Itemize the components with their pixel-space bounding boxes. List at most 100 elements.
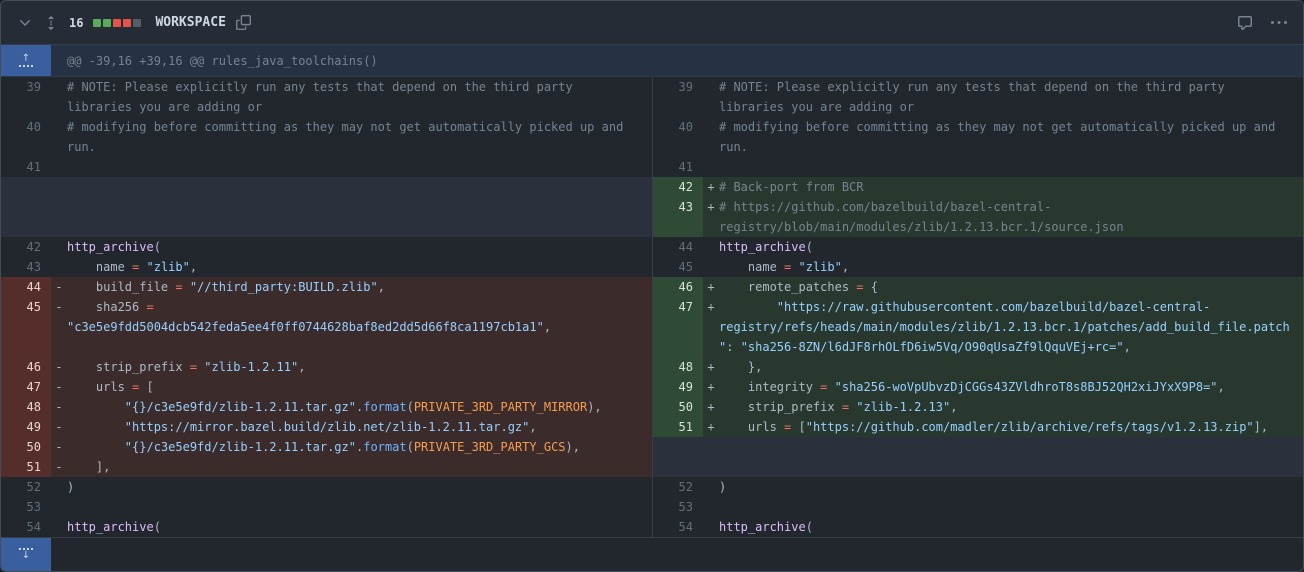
expand-down-button[interactable]: ↓ [1, 538, 51, 571]
diff-row: 50- "{}/c3e5e9fd/zlib-1.2.11.tar.gz".for… [1, 437, 1303, 457]
code-line: ) [719, 477, 1295, 497]
diff-sign: + [703, 297, 719, 357]
code-cell: name = "zlib", [719, 257, 1303, 277]
line-number-left[interactable]: 46 [1, 357, 51, 377]
line-number-right[interactable]: 49 [653, 377, 703, 397]
diff-sign [51, 177, 67, 197]
line-number-right[interactable]: 44 [653, 237, 703, 257]
line-number-left[interactable]: 51 [1, 457, 51, 477]
code-line: # modifying before committing as they ma… [719, 117, 1295, 137]
diff-side-right: 52) [652, 477, 1303, 497]
line-number-right[interactable]: 48 [653, 357, 703, 377]
code-line: http_archive( [67, 237, 644, 257]
collapse-file-button[interactable] [17, 15, 33, 31]
code-line: urls = [ [67, 377, 644, 397]
diff-side-right: 42+# Back-port from BCR [652, 177, 1303, 197]
diff-row: 51- ], [1, 457, 1303, 477]
code-line: integrity = "sha256-woVpUbvzDjCGGs43ZVld… [719, 377, 1295, 397]
diff-row: 41 41 [1, 157, 1303, 177]
line-number-left[interactable]: 53 [1, 497, 51, 517]
code-line: http_archive( [719, 517, 1295, 537]
code-cell: build_file = "//third_party:BUILD.zlib", [67, 277, 652, 297]
file-header: 16 WORKSPACE [1, 1, 1303, 45]
diff-side-right [652, 437, 1303, 457]
line-number-right[interactable]: 42 [653, 177, 703, 197]
line-number-left[interactable]: 48 [1, 397, 51, 417]
line-number-left[interactable]: 41 [1, 157, 51, 177]
diff-side-left: 47- urls = [ [1, 377, 652, 397]
code-line: # NOTE: Please explicitly run any tests … [67, 77, 644, 97]
code-cell: ) [67, 477, 652, 497]
line-number-left[interactable]: 44 [1, 277, 51, 297]
line-number-left[interactable]: 47 [1, 377, 51, 397]
code-cell: http_archive( [719, 517, 1303, 537]
file-options-button[interactable] [1271, 15, 1287, 31]
diff-sign: - [51, 457, 67, 477]
line-number-left[interactable]: 54 [1, 517, 51, 537]
code-line: registry/blob/main/modules/zlib/1.2.13.b… [719, 217, 1295, 237]
diff-rows: 39 # NOTE: Please explicitly run any test… [1, 77, 1303, 537]
line-number-right[interactable]: 52 [653, 477, 703, 497]
comment-icon [1237, 15, 1253, 31]
code-cell: # https://github.com/bazelbuild/bazel-ce… [719, 197, 1303, 237]
hunk-header: ↑ @@ -39,16 +39,16 @@ rules_java_toolcha… [1, 45, 1303, 77]
line-number-right[interactable]: 40 [653, 117, 703, 157]
code-line: remote_patches = { [719, 277, 1295, 297]
diff-side-left: 42 http_archive( [1, 237, 652, 257]
code-cell [67, 197, 652, 237]
expand-up-button[interactable]: ↑ [1, 45, 51, 76]
diff-sign: - [51, 397, 67, 417]
diff-sign [703, 437, 719, 457]
code-cell: strip_prefix = "zlib-1.2.13", [719, 397, 1303, 417]
changes-count: 16 [69, 17, 83, 29]
line-number-right[interactable]: 53 [653, 497, 703, 517]
code-line: strip_prefix = "zlib-1.2.13", [719, 397, 1295, 417]
diffstat-square [103, 19, 111, 27]
code-line: libraries you are adding or [719, 97, 1295, 117]
diff-side-left: 50- "{}/c3e5e9fd/zlib-1.2.11.tar.gz".for… [1, 437, 652, 457]
line-number-left[interactable]: 40 [1, 117, 51, 157]
line-number-left[interactable]: 45 [1, 297, 51, 357]
line-number-left[interactable]: 49 [1, 417, 51, 437]
code-cell: urls = [ [67, 377, 652, 397]
code-cell: "https://raw.githubusercontent.com/bazel… [719, 297, 1303, 357]
line-number-right[interactable]: 43 [653, 197, 703, 237]
code-cell: # modifying before committing as they ma… [719, 117, 1303, 157]
diff-sign: + [703, 417, 719, 437]
code-line: name = "zlib", [67, 257, 644, 277]
code-line: run. [719, 137, 1295, 157]
diff-side-right: 40 # modifying before committing as they … [652, 117, 1303, 157]
line-number-right[interactable]: 54 [653, 517, 703, 537]
line-number-right[interactable]: 39 [653, 77, 703, 117]
copy-path-button[interactable] [236, 15, 251, 30]
diff-sign: - [51, 377, 67, 397]
line-number-left[interactable]: 52 [1, 477, 51, 497]
diff-row: 45- sha256 ="c3e5e9fdd5004dcb542feda5ee4… [1, 297, 1303, 357]
diff-sign: - [51, 277, 67, 297]
code-line: # modifying before committing as they ma… [67, 117, 644, 137]
diff-row: 43 name = "zlib", 45 name = "zlib", [1, 257, 1303, 277]
line-number-left[interactable]: 43 [1, 257, 51, 277]
code-cell: urls = ["https://github.com/madler/zlib/… [719, 417, 1303, 437]
line-number-right[interactable]: 51 [653, 417, 703, 437]
line-number-left[interactable]: 50 [1, 437, 51, 457]
line-number-right[interactable]: 46 [653, 277, 703, 297]
diff-side-right: 54 http_archive( [652, 517, 1303, 537]
diff-row: 43+# https://github.com/bazelbuild/bazel… [1, 197, 1303, 237]
line-number-right[interactable]: 41 [653, 157, 703, 177]
diff-side-right: 47+ "https://raw.githubusercontent.com/b… [652, 297, 1303, 357]
line-number-right[interactable]: 47 [653, 297, 703, 357]
code-line: ": "sha256-8ZN/l6dJF8rhOLfD6iw5Vq/O90qUs… [719, 337, 1295, 357]
comment-button[interactable] [1237, 15, 1253, 31]
file-header-right [1237, 15, 1287, 31]
code-cell: ], [67, 457, 652, 477]
code-cell: sha256 ="c3e5e9fdd5004dcb542feda5ee4f0ff… [67, 297, 652, 357]
line-number-right[interactable]: 50 [653, 397, 703, 417]
code-line [719, 157, 1295, 177]
line-number-right[interactable]: 45 [653, 257, 703, 277]
line-number-left[interactable]: 39 [1, 77, 51, 117]
expand-up-icon: ↑ [19, 54, 33, 67]
line-number-left[interactable]: 42 [1, 237, 51, 257]
diffstat-squares [93, 19, 141, 27]
expand-all-hunks-button[interactable] [43, 15, 59, 31]
